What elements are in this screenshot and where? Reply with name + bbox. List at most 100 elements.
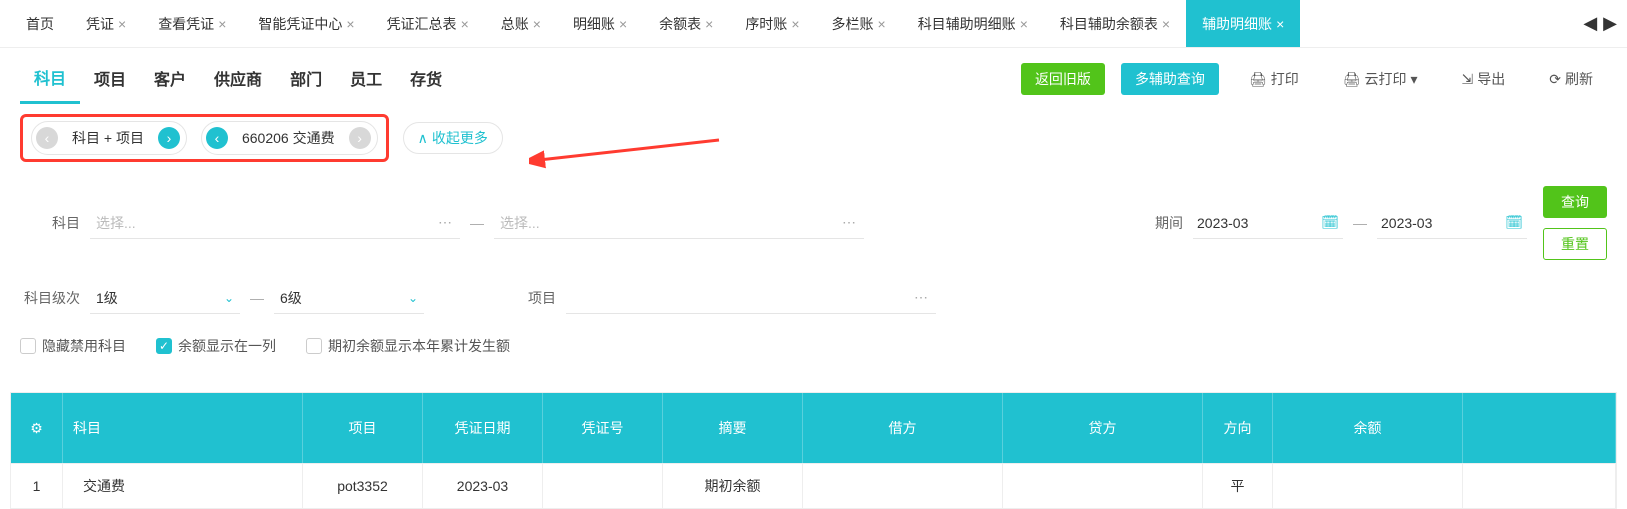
tab-label: 科目辅助余额表 [1060,14,1158,34]
period-to-value: 2023-03 [1381,215,1432,231]
refresh-button[interactable]: ⟳ 刷新 [1535,63,1607,95]
level-to-value: 6级 [280,288,302,308]
period-label: 期间 [1123,213,1183,233]
chk-hide-disabled[interactable]: 隐藏禁用科目 [20,336,126,356]
period-to-input[interactable]: 2023-03 🗓 [1377,207,1527,239]
th-project: 项目 [303,393,423,463]
highlight-box: ‹ 科目 + 项目 › ‹ 660206 交通费 › [20,114,389,162]
query-button[interactable]: 查询 [1543,186,1607,218]
close-icon[interactable]: × [461,16,469,32]
td-credit [1003,464,1203,508]
tab-voucher[interactable]: 凭证× [70,0,142,47]
pill-subject-project[interactable]: ‹ 科目 + 项目 › [31,121,187,155]
chk-begin-balance[interactable]: 期初余额显示本年累计发生额 [306,336,510,356]
tab-label: 余额表 [659,14,701,34]
tab-home[interactable]: 首页 [10,0,70,47]
tab-detail-ledger[interactable]: 明细账× [557,0,643,47]
chk-balance-one-col[interactable]: ✓ 余额显示在一列 [156,336,276,356]
td-summary: 期初余额 [663,464,803,508]
tab-general-ledger[interactable]: 总账× [485,0,557,47]
close-icon[interactable]: × [878,16,886,32]
th-gear[interactable]: ⚙ [11,393,63,463]
tab-label: 凭证 [86,14,114,34]
toolbar: 返回旧版 多辅助查询 🖨 打印 🖨 云打印 ▾ ⇲ 导出 ⟳ 刷新 [1021,63,1607,95]
table-row[interactable]: 1 交通费 pot3352 2023-03 期初余额 平 [11,463,1616,508]
level-from-value: 1级 [96,288,118,308]
close-icon[interactable]: × [118,16,126,32]
th-date: 凭证日期 [423,393,543,463]
tab-journal[interactable]: 序时账× [729,0,815,47]
range-separator: — [470,215,484,231]
print-button[interactable]: 🖨 打印 [1235,63,1313,95]
next-icon[interactable]: › [158,127,180,149]
tab-multi-column[interactable]: 多栏账× [816,0,902,47]
tab-label: 序时账 [745,14,787,34]
period-from-value: 2023-03 [1197,215,1248,231]
old-version-button[interactable]: 返回旧版 [1021,63,1105,95]
calendar-icon: 🗓 [1505,214,1523,231]
pill-label: 660206 交通费 [236,128,341,148]
prev-icon[interactable]: ‹ [206,127,228,149]
close-icon[interactable]: × [218,16,226,32]
tab-subject-aux-detail[interactable]: 科目辅助明细账× [902,0,1044,47]
filter-form: 科目 选择... ⋯ — 选择... ⋯ 期间 2023-03 🗓 — 2023… [0,176,1627,376]
close-icon[interactable]: × [619,16,627,32]
more-icon: ⋯ [842,214,858,231]
subtab-supplier[interactable]: 供应商 [200,56,276,102]
range-separator: — [250,290,264,306]
export-button[interactable]: ⇲ 导出 [1448,63,1520,95]
next-icon[interactable]: › [349,127,371,149]
period-from-input[interactable]: 2023-03 🗓 [1193,207,1343,239]
th-debit: 借方 [803,393,1003,463]
th-credit: 贷方 [1003,393,1203,463]
reset-button[interactable]: 重置 [1543,228,1607,260]
subtab-project[interactable]: 项目 [80,56,140,102]
tab-smart-voucher[interactable]: 智能凭证中心× [242,0,370,47]
subtab-subject[interactable]: 科目 [20,55,80,104]
more-icon: ⋯ [438,214,454,231]
multi-query-button[interactable]: 多辅助查询 [1121,63,1219,95]
arrow-icon [529,134,729,174]
chk-label: 余额显示在一列 [178,336,276,356]
pill-account[interactable]: ‹ 660206 交通费 › [201,121,378,155]
project-select[interactable]: ⋯ [566,282,936,314]
subtab-employee[interactable]: 员工 [336,56,396,102]
collapse-label: 收起更多 [432,128,488,148]
close-icon[interactable]: × [1276,16,1284,32]
result-table: ⚙ 科目 项目 凭证日期 凭证号 摘要 借方 贷方 方向 余额 1 交通费 po… [10,392,1617,509]
print-label: 打印 [1271,69,1299,89]
close-icon[interactable]: × [1162,16,1170,32]
level-to-select[interactable]: 6级 ⌄ [274,282,424,314]
close-icon[interactable]: × [791,16,799,32]
tab-voucher-summary[interactable]: 凭证汇总表× [371,0,485,47]
tab-prev-icon[interactable]: ◀ [1583,13,1597,34]
tab-label: 查看凭证 [158,14,214,34]
pill-label: 科目 + 项目 [66,128,150,148]
subtab-inventory[interactable]: 存货 [396,56,456,102]
refresh-label: 刷新 [1565,69,1593,89]
level-from-select[interactable]: 1级 ⌄ [90,282,240,314]
chevron-up-icon: ∧ [418,130,428,147]
close-icon[interactable]: × [1020,16,1028,32]
tab-balance[interactable]: 余额表× [643,0,729,47]
checkbox-icon [306,338,322,354]
tab-view-voucher[interactable]: 查看凭证× [142,0,242,47]
close-icon[interactable]: × [533,16,541,32]
tab-subject-aux-balance[interactable]: 科目辅助余额表× [1044,0,1186,47]
gear-icon: ⚙ [30,420,43,437]
collapse-more-button[interactable]: ∧ 收起更多 [403,122,503,154]
th-dir: 方向 [1203,393,1273,463]
checkbox-icon: ✓ [156,338,172,354]
tab-next-icon[interactable]: ▶ [1603,13,1617,34]
subtab-customer[interactable]: 客户 [140,56,200,102]
close-icon[interactable]: × [346,16,354,32]
placeholder: 选择... [96,213,136,233]
prev-icon[interactable]: ‹ [36,127,58,149]
cloud-print-button[interactable]: 🖨 云打印 ▾ [1329,63,1432,95]
subject-to-select[interactable]: 选择... ⋯ [494,207,864,239]
range-separator: — [1353,215,1367,231]
close-icon[interactable]: × [705,16,713,32]
subject-from-select[interactable]: 选择... ⋯ [90,207,460,239]
subtab-department[interactable]: 部门 [276,56,336,102]
tab-aux-detail[interactable]: 辅助明细账× [1186,0,1300,47]
